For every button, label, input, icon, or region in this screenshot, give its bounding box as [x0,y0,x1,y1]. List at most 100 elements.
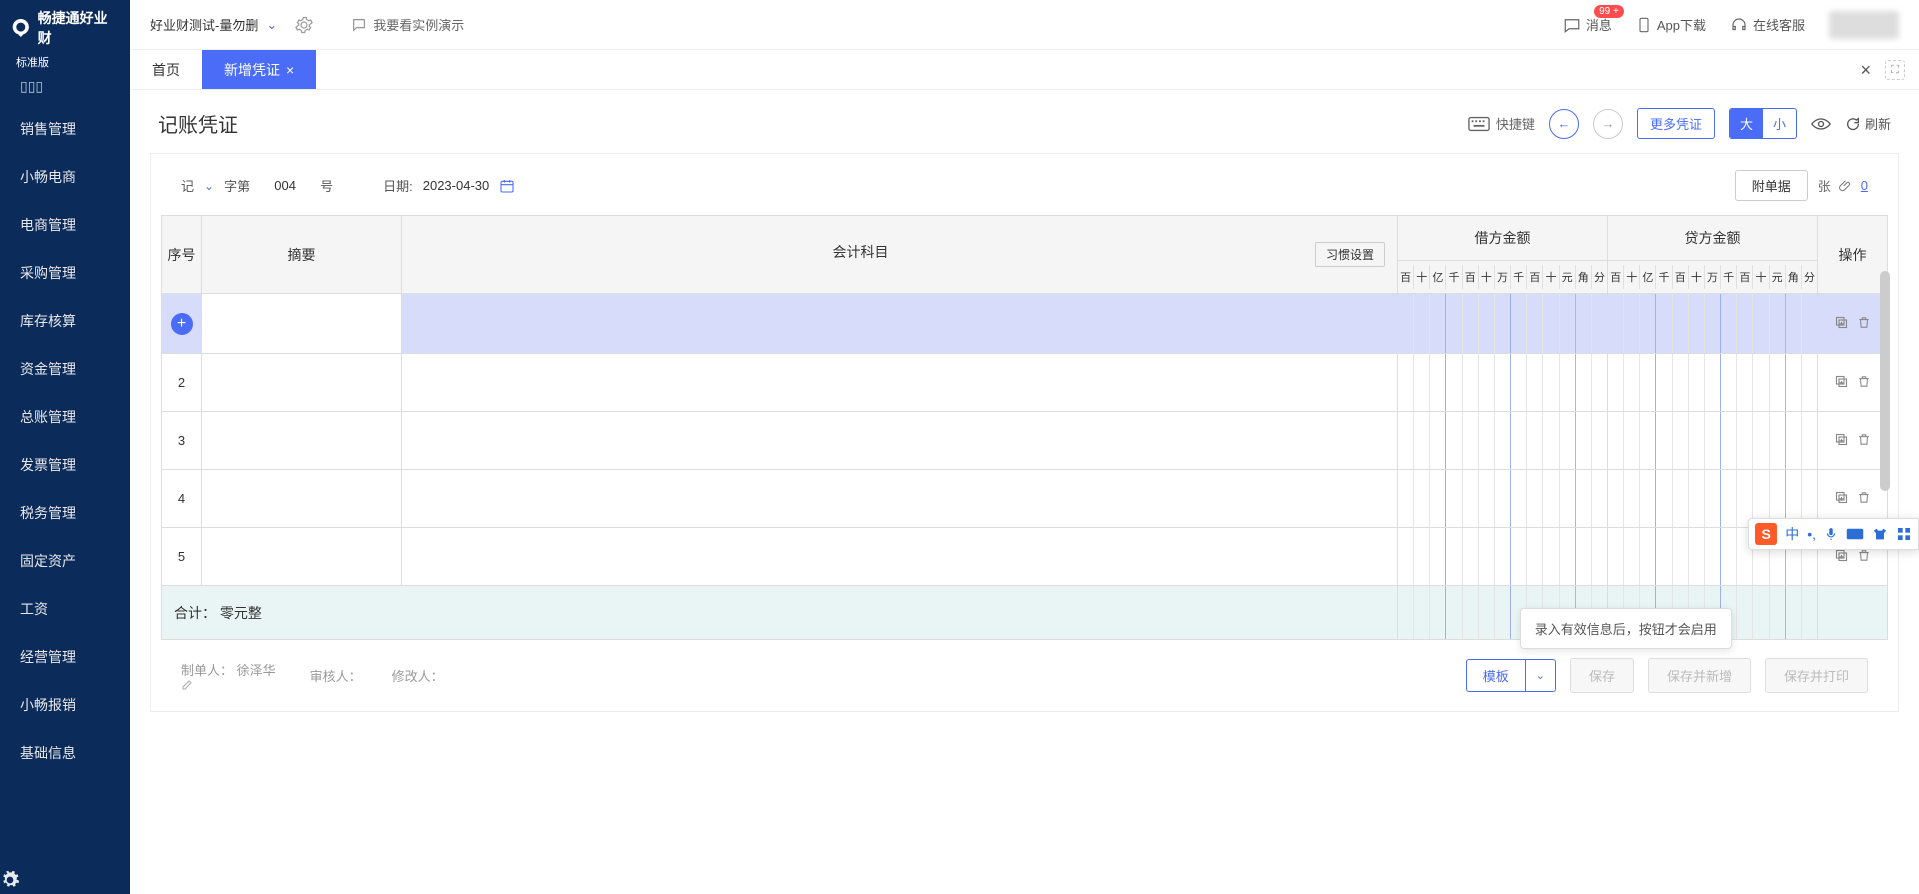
chevron-down-icon[interactable]: ⌄ [204,179,214,193]
date-field: 日期: 2023-04-30 [383,176,515,195]
voucher-table-wrap: 序号 摘要 会计科目 习惯设置 借方金额 贷方金额 操作 百十亿千百十万千百十元… [161,215,1888,640]
summary-cell[interactable] [202,412,402,470]
account-cell[interactable] [402,354,1398,412]
voucher-number-input[interactable] [260,178,310,193]
clip-icon[interactable] [1839,178,1853,194]
messages-link[interactable]: 消息 99 + [1563,15,1612,34]
brand-logo: 畅捷通好业财 [0,0,130,52]
sidebar-item-ledger[interactable]: 总账管理 [0,393,130,441]
copy-row-icon[interactable] [1834,490,1849,505]
debit-cell[interactable] [1398,528,1608,586]
account-cell[interactable] [402,412,1398,470]
voucher-meta: 记 ⌄ 字第 号 日期: 2023-04-30 附单据 张 [151,154,1898,215]
close-all-tabs[interactable]: × [1860,60,1871,81]
sidebar-item-xiaochang-ec[interactable]: 小畅电商 [0,153,130,201]
sidebar-item-invoice[interactable]: 发票管理 [0,441,130,489]
debit-cell[interactable] [1398,412,1608,470]
row-seq: 5 [162,528,202,586]
add-row-button[interactable]: + [171,313,193,335]
delete-row-icon[interactable] [1857,490,1871,505]
attach-count[interactable]: 0 [1861,178,1868,193]
account-cell[interactable] [402,470,1398,528]
project-selector[interactable]: 好业财测试-量勿删 ⌄ [150,15,277,34]
chevron-down-icon[interactable]: ⌄ [1526,663,1555,688]
ops-cell [1818,354,1888,412]
sidebar-item-purchase[interactable]: 采购管理 [0,249,130,297]
zhang-label: 张 [1818,176,1831,195]
fullscreen-button[interactable]: ⛶ [1885,60,1905,80]
ime-toolbox-icon[interactable] [1896,526,1912,542]
customer-service-link[interactable]: 在线客服 [1730,15,1805,34]
delete-row-icon[interactable] [1857,432,1871,447]
summary-cell[interactable] [202,528,402,586]
copy-row-icon[interactable] [1834,315,1849,330]
table-row[interactable]: 4 [162,470,1888,528]
demo-link[interactable]: 我要看实例演示 [351,15,464,34]
sidebar-settings[interactable] [0,862,130,894]
table-row[interactable]: 5 [162,528,1888,586]
debit-cell[interactable] [1398,294,1608,354]
preview-button[interactable] [1811,117,1831,131]
credit-cell[interactable] [1608,294,1818,354]
habit-settings-button[interactable]: 习惯设置 [1315,242,1385,267]
sidebar-item-biz[interactable]: 经营管理 [0,633,130,681]
sidebar-item-salary[interactable]: 工资 [0,585,130,633]
sidebar-item-base[interactable]: 基础信息 [0,729,130,777]
tabs-row: 首页 新增凭证 × × ⛶ [130,50,1919,90]
credit-cell[interactable] [1608,354,1818,412]
copy-row-icon[interactable] [1834,374,1849,389]
account-cell[interactable] [402,294,1398,354]
delete-row-icon[interactable] [1857,374,1871,389]
attach-button[interactable]: 附单据 [1735,170,1808,201]
refresh-label: 刷新 [1865,114,1891,133]
summary-cell[interactable] [202,294,402,354]
template-button[interactable]: 模板 ⌄ [1466,659,1556,692]
sidebar-item-ecommerce[interactable]: 电商管理 [0,201,130,249]
credit-cell[interactable] [1608,412,1818,470]
header-settings[interactable] [295,16,313,34]
table-row[interactable]: 2 [162,354,1888,412]
debit-cell[interactable] [1398,354,1608,412]
table-row[interactable]: + [162,294,1888,354]
date-value[interactable]: 2023-04-30 [423,178,490,193]
copy-row-icon[interactable] [1834,432,1849,447]
ime-punct-icon[interactable]: •, [1807,526,1816,542]
summary-cell[interactable] [202,354,402,412]
scrollbar[interactable] [1880,271,1890,491]
ime-mic-icon[interactable] [1824,526,1838,542]
main: 好业财测试-量勿删 ⌄ 我要看实例演示 消息 99 + App下载 [130,0,1919,894]
tab-home[interactable]: 首页 [130,50,202,89]
summary-input[interactable] [206,298,397,346]
size-large[interactable]: 大 [1730,109,1763,138]
sidebar-item-partial[interactable]: ▯▯▯ [0,72,130,105]
eye-icon [1811,117,1831,131]
prev-voucher-button[interactable]: ← [1549,109,1579,139]
sidebar-item-expense[interactable]: 小畅报销 [0,681,130,729]
ime-skin-icon[interactable] [1872,526,1888,542]
edit-icon[interactable] [181,679,280,691]
size-small[interactable]: 小 [1763,109,1796,138]
more-vouchers-button[interactable]: 更多凭证 [1637,108,1715,139]
account-cell[interactable] [402,528,1398,586]
app-download-link[interactable]: App下载 [1636,15,1706,34]
shortcut-button[interactable]: 快捷键 [1468,114,1535,133]
debit-cell[interactable] [1398,470,1608,528]
ime-keyboard-icon[interactable] [1846,527,1864,541]
ops-cell [1818,412,1888,470]
next-voucher-button[interactable]: → [1593,109,1623,139]
tab-new-voucher[interactable]: 新增凭证 × [202,50,316,89]
table-row[interactable]: 3 [162,412,1888,470]
summary-cell[interactable] [202,470,402,528]
calendar-icon[interactable] [499,178,515,194]
refresh-button[interactable]: 刷新 [1845,114,1891,133]
sidebar-item-sales[interactable]: 销售管理 [0,105,130,153]
sidebar-item-tax[interactable]: 税务管理 [0,489,130,537]
user-avatar[interactable] [1829,11,1899,39]
ime-toolbar[interactable]: S 中 •, [1748,518,1919,550]
sidebar-item-asset[interactable]: 固定资产 [0,537,130,585]
sidebar-item-funds[interactable]: 资金管理 [0,345,130,393]
ime-lang[interactable]: 中 [1785,524,1799,544]
delete-row-icon[interactable] [1857,315,1871,330]
close-icon[interactable]: × [286,62,294,78]
sidebar-item-inventory[interactable]: 库存核算 [0,297,130,345]
